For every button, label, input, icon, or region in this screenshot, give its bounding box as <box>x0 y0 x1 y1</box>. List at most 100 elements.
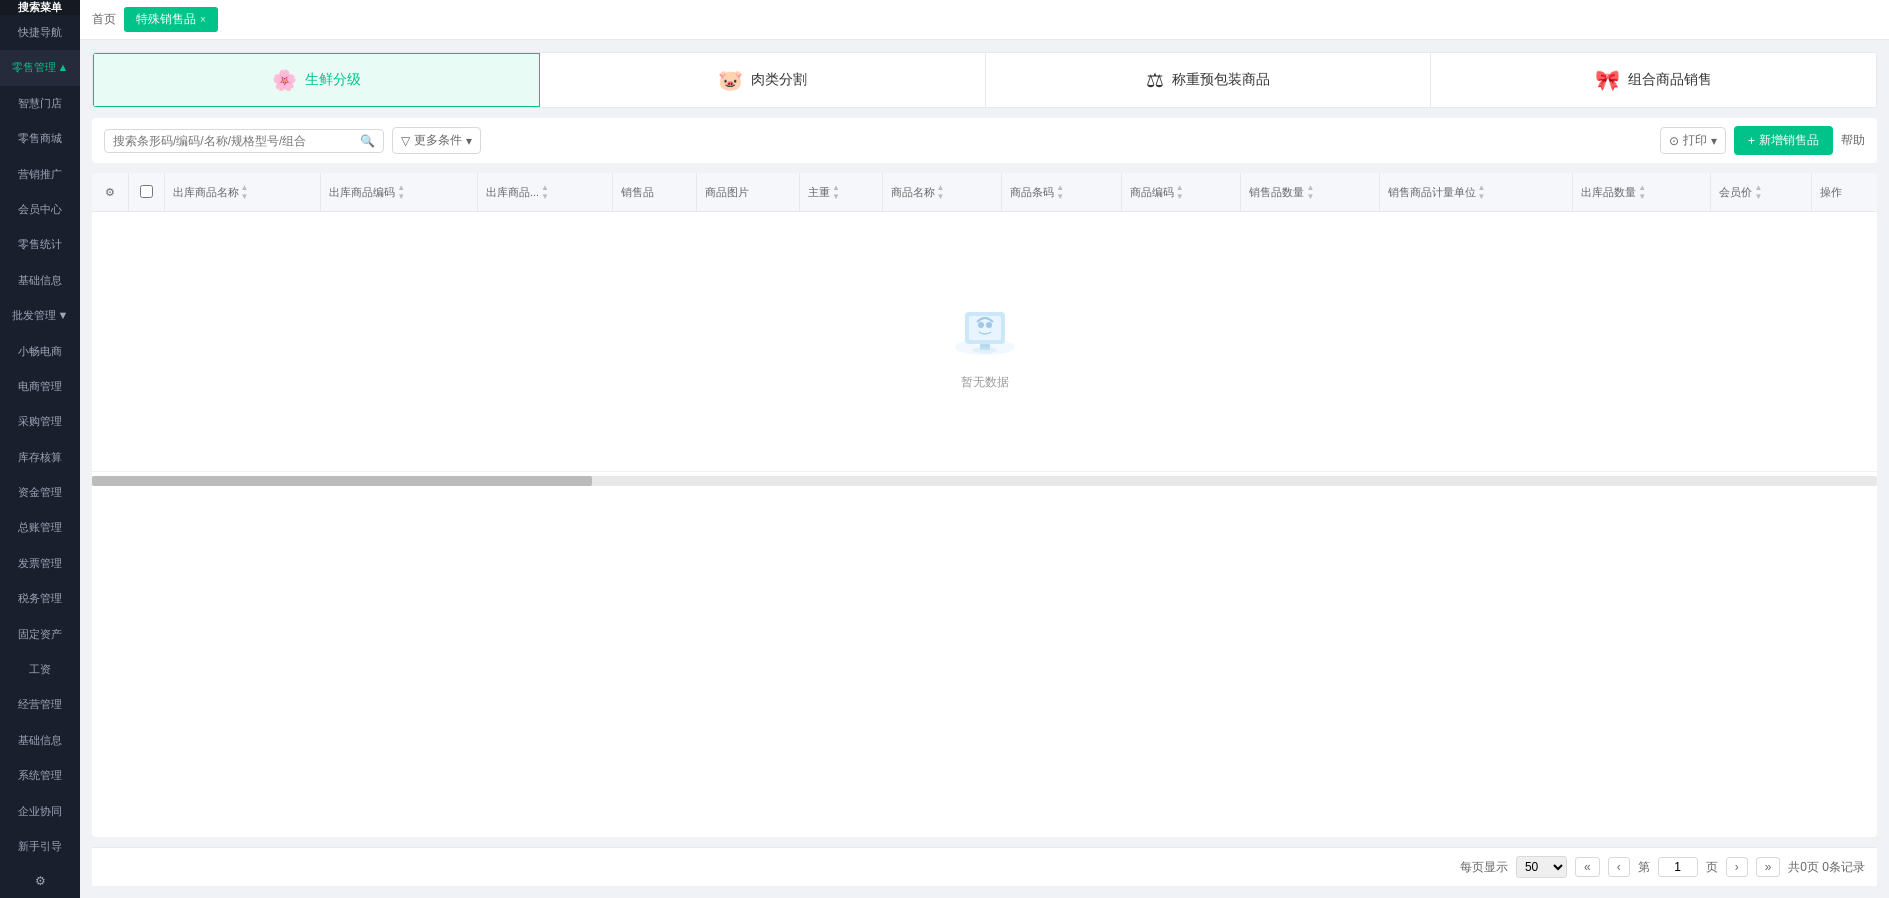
col-goods-name[interactable]: 商品名称 ▲▼ <box>882 173 1002 212</box>
sidebar-item-invoice[interactable]: 发票管理 <box>0 546 80 581</box>
col-checkbox[interactable] <box>128 173 164 212</box>
total-text: 共0页 0条记录 <box>1788 859 1865 876</box>
sidebar-item-finance[interactable]: 资金管理 <box>0 475 80 510</box>
table-body: 暂无数据 <box>92 212 1877 472</box>
page-label-2: 页 <box>1706 859 1718 876</box>
filter-label: 更多条件 <box>414 132 462 149</box>
col-out-qty[interactable]: 出库品数量 ▲▼ <box>1573 173 1711 212</box>
cat-tab-combo[interactable]: 🎀 组合商品销售 <box>1431 53 1876 107</box>
sidebar-item-sys-mgmt[interactable]: 系统管理 <box>0 758 80 793</box>
close-tab-icon[interactable]: × <box>200 14 206 25</box>
sidebar-item-ecommerce[interactable]: 小畅电商 <box>0 334 80 369</box>
select-all-checkbox[interactable] <box>140 185 153 198</box>
search-icon: 🔍 <box>360 134 375 148</box>
col-action: 操作 <box>1812 173 1877 212</box>
sidebar-item-purchase-mgmt[interactable]: 采购管理 <box>0 404 80 439</box>
sidebar-item-base-info-1[interactable]: 基础信息 <box>0 263 80 298</box>
cat-tab-weight-label: 称重预包装商品 <box>1172 71 1270 89</box>
add-label: 新增销售品 <box>1759 132 1819 149</box>
empty-illustration <box>945 292 1025 362</box>
col-settings[interactable]: ⚙ <box>92 173 128 212</box>
sort-arrows-sale-unit: ▲▼ <box>1478 183 1486 201</box>
col-sale-item: 销售品 <box>612 173 696 212</box>
last-page-button[interactable]: » <box>1756 857 1781 877</box>
print-arrow: ▾ <box>1711 134 1717 148</box>
search-box[interactable]: 🔍 <box>104 129 384 153</box>
table-header-row: ⚙ 出库商品名称 ▲▼ 出库 <box>92 173 1877 212</box>
data-table: ⚙ 出库商品名称 ▲▼ 出库 <box>92 173 1877 471</box>
empty-state: 暂无数据 <box>92 212 1877 471</box>
page-size-select[interactable]: 50 10 20 100 <box>1516 856 1567 878</box>
sidebar-item-ledger[interactable]: 总账管理 <box>0 510 80 545</box>
settings-icon: ⚙ <box>105 186 115 198</box>
pagination: 每页显示 50 10 20 100 « ‹ 第 页 › » 共0页 0条记录 <box>92 847 1877 886</box>
col-out-spec[interactable]: 出库商品... ▲▼ <box>477 173 612 212</box>
cat-tab-combo-label: 组合商品销售 <box>1628 71 1712 89</box>
print-label: 打印 <box>1683 132 1707 149</box>
add-button[interactable]: + 新增销售品 <box>1734 126 1833 155</box>
sidebar-item-retail-mall[interactable]: 零售商城 <box>0 121 80 156</box>
sidebar-item-retail-mgmt[interactable]: 零售管理 ▲ <box>0 50 80 85</box>
active-tab[interactable]: 特殊销售品 × <box>124 7 218 32</box>
svg-point-6 <box>973 347 997 353</box>
sidebar-item-enterprise[interactable]: 企业协同 <box>0 794 80 829</box>
toolbar: 🔍 ▽ 更多条件 ▾ ⊙ 打印 ▾ + 新增销售品 帮助 <box>92 118 1877 163</box>
col-sale-unit[interactable]: 销售商品计量单位 ▲▼ <box>1379 173 1573 212</box>
page-input[interactable] <box>1658 857 1698 877</box>
cat-tab-meat[interactable]: 🐷 肉类分割 <box>540 53 986 107</box>
col-sale-qty[interactable]: 销售品数量 ▲▼ <box>1241 173 1379 212</box>
fresh-icon: 🌸 <box>272 68 297 92</box>
arrow-icon-2: ▼ <box>58 308 69 323</box>
sort-arrows-member-price: ▲▼ <box>1754 183 1762 201</box>
cat-tab-meat-label: 肉类分割 <box>751 71 807 89</box>
cat-tab-fresh[interactable]: 🌸 生鲜分级 <box>92 52 541 108</box>
sidebar-item-wholesale-mgmt[interactable]: 批发管理 ▼ <box>0 298 80 333</box>
sort-arrows-weight: ▲▼ <box>832 183 840 201</box>
sort-arrows-barcode: ▲▼ <box>1056 183 1064 201</box>
sort-arrows-out-name: ▲▼ <box>241 183 249 201</box>
toolbar-left: 🔍 ▽ 更多条件 ▾ <box>104 127 481 154</box>
sidebar-item-ecommerce-mgmt[interactable]: 电商管理 <box>0 369 80 404</box>
add-icon: + <box>1748 134 1755 148</box>
sidebar-logo: 搜索菜单 <box>0 0 80 15</box>
topbar: 首页 特殊销售品 × <box>80 0 1889 40</box>
sort-arrows-out-qty: ▲▼ <box>1638 183 1646 201</box>
col-out-name[interactable]: 出库商品名称 ▲▼ <box>164 173 321 212</box>
cat-tab-fresh-label: 生鲜分级 <box>305 71 361 89</box>
sidebar-item-member-center[interactable]: 会员中心 <box>0 192 80 227</box>
cat-tab-weight[interactable]: ⚖ 称重预包装商品 <box>986 53 1432 107</box>
sidebar-item-inventory[interactable]: 库存核算 <box>0 440 80 475</box>
sidebar-item-retail-stats[interactable]: 零售统计 <box>0 227 80 262</box>
help-button[interactable]: 帮助 <box>1841 132 1865 149</box>
sidebar-item-fixed-assets[interactable]: 固定资产 <box>0 617 80 652</box>
sidebar-item-base-info-2[interactable]: 基础信息 <box>0 723 80 758</box>
sidebar-item-quick-nav[interactable]: 快捷导航 <box>0 15 80 50</box>
sidebar-item-smart-store[interactable]: 智慧门店 <box>0 86 80 121</box>
col-barcode[interactable]: 商品条码 ▲▼ <box>1002 173 1122 212</box>
gear-button[interactable]: ⚙ <box>0 864 80 898</box>
sidebar-item-marketing[interactable]: 营销推广 <box>0 157 80 192</box>
first-page-button[interactable]: « <box>1575 857 1600 877</box>
sidebar-item-beginner[interactable]: 新手引导 <box>0 829 80 864</box>
col-member-price[interactable]: 会员价 ▲▼ <box>1711 173 1812 212</box>
horizontal-scrollbar[interactable] <box>92 476 1877 486</box>
empty-text: 暂无数据 <box>961 374 1009 391</box>
sidebar-item-payroll[interactable]: 工资 <box>0 652 80 687</box>
col-out-code[interactable]: 出库商品编码 ▲▼ <box>321 173 478 212</box>
col-goods-code[interactable]: 商品编码 ▲▼ <box>1121 173 1241 212</box>
gear-icon: ⚙ <box>35 874 46 888</box>
col-weight[interactable]: 主重 ▲▼ <box>800 173 882 212</box>
search-input[interactable] <box>113 134 356 148</box>
print-button[interactable]: ⊙ 打印 ▾ <box>1660 127 1726 154</box>
page-content: 🌸 生鲜分级 🐷 肉类分割 ⚖ 称重预包装商品 🎀 组合商品销售 🔍 <box>80 40 1889 898</box>
scrollbar-thumb[interactable] <box>92 476 592 486</box>
filter-arrow-icon: ▾ <box>466 134 472 148</box>
filter-button[interactable]: ▽ 更多条件 ▾ <box>392 127 481 154</box>
sidebar: 搜索菜单 快捷导航 零售管理 ▲ 智慧门店 零售商城 营销推广 会员中心 零售统… <box>0 0 80 898</box>
home-breadcrumb[interactable]: 首页 <box>92 11 116 28</box>
col-image: 商品图片 <box>697 173 800 212</box>
sidebar-item-tax[interactable]: 税务管理 <box>0 581 80 616</box>
sidebar-item-ops-mgmt[interactable]: 经营管理 <box>0 687 80 722</box>
next-page-button[interactable]: › <box>1726 857 1748 877</box>
prev-page-button[interactable]: ‹ <box>1608 857 1630 877</box>
